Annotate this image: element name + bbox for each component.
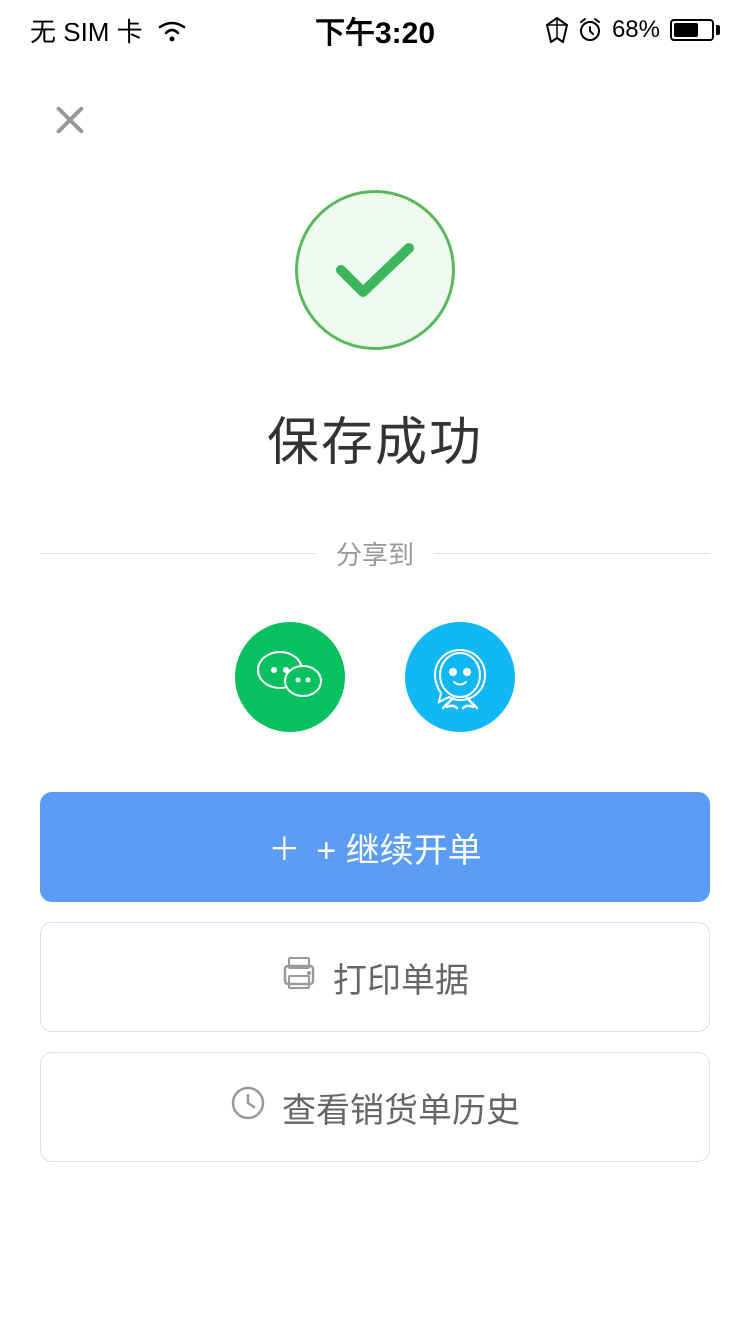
continue-order-button[interactable]: ＋ + 继续开单 [40,792,710,902]
wifi-icon [155,17,189,43]
qq-icon [427,642,493,712]
status-right: 68% [546,16,720,44]
no-sim-label: 无 SIM 卡 [30,12,143,49]
close-button[interactable] [40,90,100,150]
main-content: 保存成功 分享到 [0,60,750,1202]
success-section: 保存成功 [40,190,710,475]
continue-order-label: + 继续开单 [316,823,481,872]
share-divider: 分享到 [40,535,710,572]
qq-share-button[interactable] [405,622,515,732]
battery-icon [670,19,720,41]
view-history-button[interactable]: 查看销货单历史 [40,1052,710,1162]
share-section: 分享到 [40,535,710,732]
status-time: 下午3:20 [315,8,435,52]
location-icon [546,17,568,43]
share-label: 分享到 [336,535,414,572]
history-icon [230,1085,266,1129]
wechat-icon [255,648,325,706]
status-left: 无 SIM 卡 [30,12,189,49]
action-buttons: ＋ + 继续开单 打印单据 查看销货单历史 [40,792,710,1162]
status-bar: 无 SIM 卡 下午3:20 68% [0,0,750,60]
close-icon [52,102,88,138]
print-button[interactable]: 打印单据 [40,922,710,1032]
share-icons [40,622,710,732]
continue-order-icon: ＋ [268,824,300,870]
history-label: 查看销货单历史 [282,1083,520,1132]
print-icon [281,956,317,998]
success-circle [295,190,455,350]
wechat-share-button[interactable] [235,622,345,732]
battery-percent: 68% [612,16,660,44]
print-label: 打印单据 [333,953,469,1002]
alarm-icon [578,17,602,43]
success-title: 保存成功 [267,400,483,475]
checkmark-icon [335,240,415,300]
